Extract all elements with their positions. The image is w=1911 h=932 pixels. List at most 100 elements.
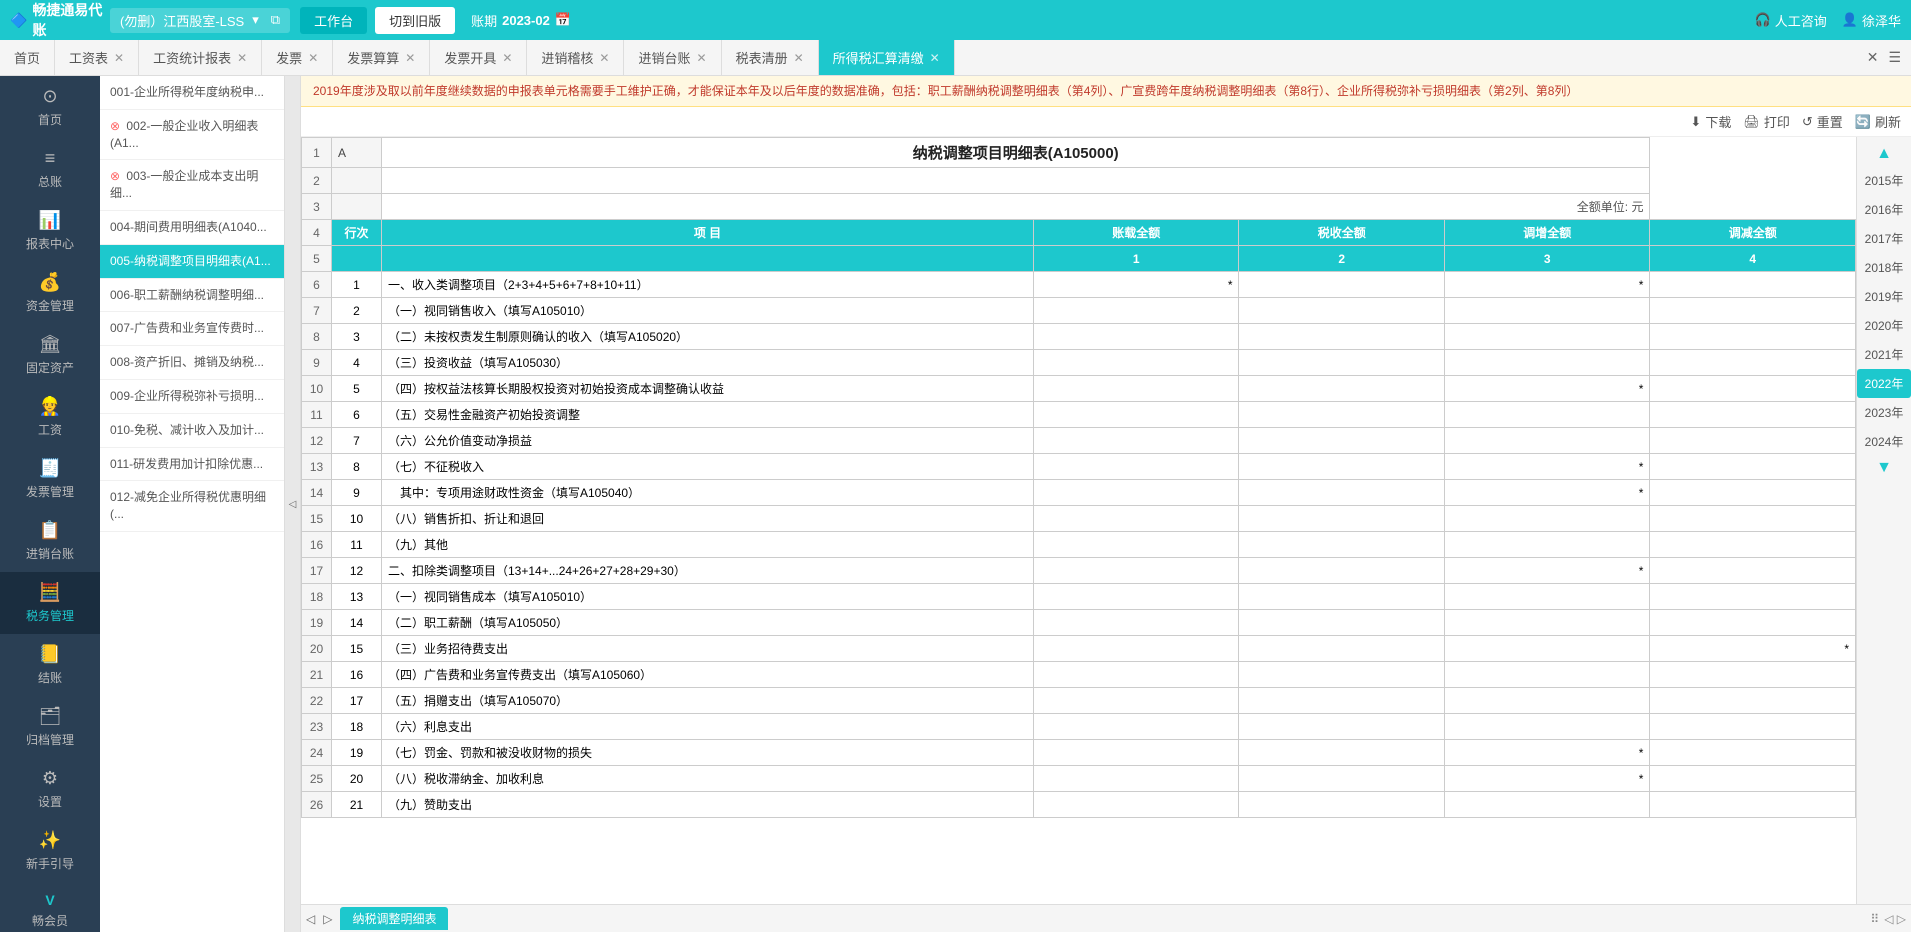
line-num-cell[interactable]: 18	[332, 714, 382, 740]
data-cell-4[interactable]	[1650, 376, 1856, 402]
data-cell-3[interactable]	[1444, 792, 1649, 818]
line-num-cell[interactable]: 6	[332, 402, 382, 428]
data-cell-1[interactable]	[1034, 480, 1239, 506]
year-nav-down-button[interactable]: ▼	[1873, 456, 1895, 480]
tab-close-icon[interactable]: ✕	[930, 51, 940, 65]
line-num-cell[interactable]: 20	[332, 766, 382, 792]
nav-left-btn[interactable]: ◁	[306, 912, 315, 926]
tab-income-tax[interactable]: 所得税汇算清缴 ✕	[819, 40, 955, 76]
nav-right-btn[interactable]: ▷	[323, 912, 332, 926]
tab-input-ledger[interactable]: 进销台账 ✕	[624, 40, 721, 76]
line-num-cell[interactable]: 7	[332, 428, 382, 454]
year-item-2015[interactable]: 2015年	[1857, 166, 1911, 195]
item-cell[interactable]: 其中：专项用途财政性资金（填写A105040）	[382, 480, 1034, 506]
data-cell-4[interactable]	[1650, 324, 1856, 350]
data-cell-1[interactable]	[1034, 610, 1239, 636]
old-version-button[interactable]: 切到旧版	[375, 7, 455, 34]
tab-close-icon[interactable]: ✕	[794, 51, 804, 65]
year-item-2021[interactable]: 2021年	[1857, 340, 1911, 369]
item-cell[interactable]: （二）未按权责发生制原则确认的收入（填写A105020）	[382, 324, 1034, 350]
tab-invoice[interactable]: 发票 ✕	[262, 40, 333, 76]
item-cell[interactable]: （二）职工薪酬（填写A105050）	[382, 610, 1034, 636]
support-link[interactable]: 🎧 人工咨询	[1755, 11, 1827, 30]
data-cell-1[interactable]: *	[1034, 272, 1239, 298]
data-cell-3[interactable]	[1444, 350, 1649, 376]
data-cell-2[interactable]	[1239, 272, 1444, 298]
line-num-cell[interactable]: 1	[332, 272, 382, 298]
year-nav-up-button[interactable]: ▲	[1873, 142, 1895, 166]
sub-sidebar-item-012[interactable]: 012-减免企业所得税优惠明细(...	[100, 481, 284, 532]
line-num-cell[interactable]: 17	[332, 688, 382, 714]
sidebar-item-report-center[interactable]: 📊 报表中心	[0, 200, 100, 262]
data-cell-2[interactable]	[1239, 636, 1444, 662]
data-cell-4[interactable]	[1650, 662, 1856, 688]
item-cell[interactable]: （九）其他	[382, 532, 1034, 558]
spreadsheet-container[interactable]: 1 A 纳税调整项目明细表(A105000) 2	[301, 137, 1856, 904]
reset-button[interactable]: ↺ 重置	[1802, 112, 1843, 131]
item-cell[interactable]: （七）罚金、罚款和被没收财物的损失	[382, 740, 1034, 766]
data-cell-2[interactable]	[1239, 402, 1444, 428]
data-cell-3[interactable]	[1444, 428, 1649, 454]
company-selector[interactable]: (勿删）江西股室-LSS ▾ ⧉	[110, 8, 290, 33]
data-cell-3[interactable]	[1444, 298, 1649, 324]
line-num-cell[interactable]: 2	[332, 298, 382, 324]
data-cell-3[interactable]	[1444, 402, 1649, 428]
sub-sidebar-item-010[interactable]: 010-免税、减计收入及加计...	[100, 414, 284, 448]
item-cell[interactable]: （一）视同销售收入（填写A105010）	[382, 298, 1034, 324]
data-cell-2[interactable]	[1239, 792, 1444, 818]
data-cell-3[interactable]: *	[1444, 454, 1649, 480]
data-cell-1[interactable]	[1034, 636, 1239, 662]
data-cell-1[interactable]	[1034, 584, 1239, 610]
data-cell-1[interactable]	[1034, 428, 1239, 454]
line-num-cell[interactable]: 12	[332, 558, 382, 584]
data-cell-3[interactable]	[1444, 324, 1649, 350]
tab-invoice-calc[interactable]: 发票算算 ✕	[333, 40, 430, 76]
sub-sidebar-item-001[interactable]: 001-企业所得税年度纳税申...	[100, 76, 284, 110]
close-all-icon[interactable]: ✕	[1867, 49, 1879, 66]
data-cell-1[interactable]	[1034, 792, 1239, 818]
item-cell[interactable]: （八）税收滞纳金、加收利息	[382, 766, 1034, 792]
data-cell-1[interactable]	[1034, 376, 1239, 402]
line-num-cell[interactable]: 14	[332, 610, 382, 636]
data-cell-2[interactable]	[1239, 532, 1444, 558]
sub-sidebar-item-004[interactable]: 004-期间费用明细表(A1040...	[100, 211, 284, 245]
item-cell[interactable]: （五）捐赠支出（填写A105070）	[382, 688, 1034, 714]
refresh-button[interactable]: 🔄 刷新	[1855, 112, 1901, 131]
data-cell-4[interactable]	[1650, 610, 1856, 636]
data-cell-3[interactable]	[1444, 610, 1649, 636]
sub-sidebar-item-002[interactable]: ⊗ 002-一般企业收入明细表(A1...	[100, 110, 284, 161]
print-button[interactable]: 🖨 打印	[1743, 112, 1790, 131]
data-cell-4[interactable]	[1650, 480, 1856, 506]
line-num-cell[interactable]: 8	[332, 454, 382, 480]
year-item-2023[interactable]: 2023年	[1857, 398, 1911, 427]
data-cell-3[interactable]: *	[1444, 272, 1649, 298]
data-cell-3[interactable]: *	[1444, 376, 1649, 402]
sub-sidebar-item-009[interactable]: 009-企业所得税弥补亏损明...	[100, 380, 284, 414]
line-num-cell[interactable]: 13	[332, 584, 382, 610]
data-cell-1[interactable]	[1034, 454, 1239, 480]
item-cell[interactable]: （三）投资收益（填写A105030）	[382, 350, 1034, 376]
data-cell-3[interactable]: *	[1444, 558, 1649, 584]
data-cell-4[interactable]	[1650, 766, 1856, 792]
item-cell[interactable]: （七）不征税收入	[382, 454, 1034, 480]
download-button[interactable]: ⬇ 下载	[1690, 112, 1731, 131]
data-cell-4[interactable]	[1650, 532, 1856, 558]
data-cell-1[interactable]	[1034, 506, 1239, 532]
sidebar-item-settings[interactable]: ⚙ 设置	[0, 758, 100, 820]
sub-sidebar-collapse[interactable]: ◁	[285, 76, 301, 932]
item-cell[interactable]: （六）公允价值变动净损益	[382, 428, 1034, 454]
sidebar-item-invoice-mgmt[interactable]: 🧾 发票管理	[0, 448, 100, 510]
data-cell-4[interactable]: *	[1650, 636, 1856, 662]
data-cell-4[interactable]	[1650, 454, 1856, 480]
sidebar-item-archive[interactable]: 🗂 归档管理	[0, 696, 100, 758]
year-item-2016[interactable]: 2016年	[1857, 195, 1911, 224]
line-num-cell[interactable]: 15	[332, 636, 382, 662]
data-cell-2[interactable]	[1239, 766, 1444, 792]
user-menu[interactable]: 👤 徐泽华	[1842, 11, 1901, 30]
tab-close-icon[interactable]: ✕	[697, 51, 707, 65]
data-cell-1[interactable]	[1034, 662, 1239, 688]
workbench-button[interactable]: 工作台	[300, 7, 367, 34]
data-cell-3[interactable]: *	[1444, 766, 1649, 792]
data-cell-2[interactable]	[1239, 584, 1444, 610]
tab-home[interactable]: 首页	[0, 40, 55, 76]
